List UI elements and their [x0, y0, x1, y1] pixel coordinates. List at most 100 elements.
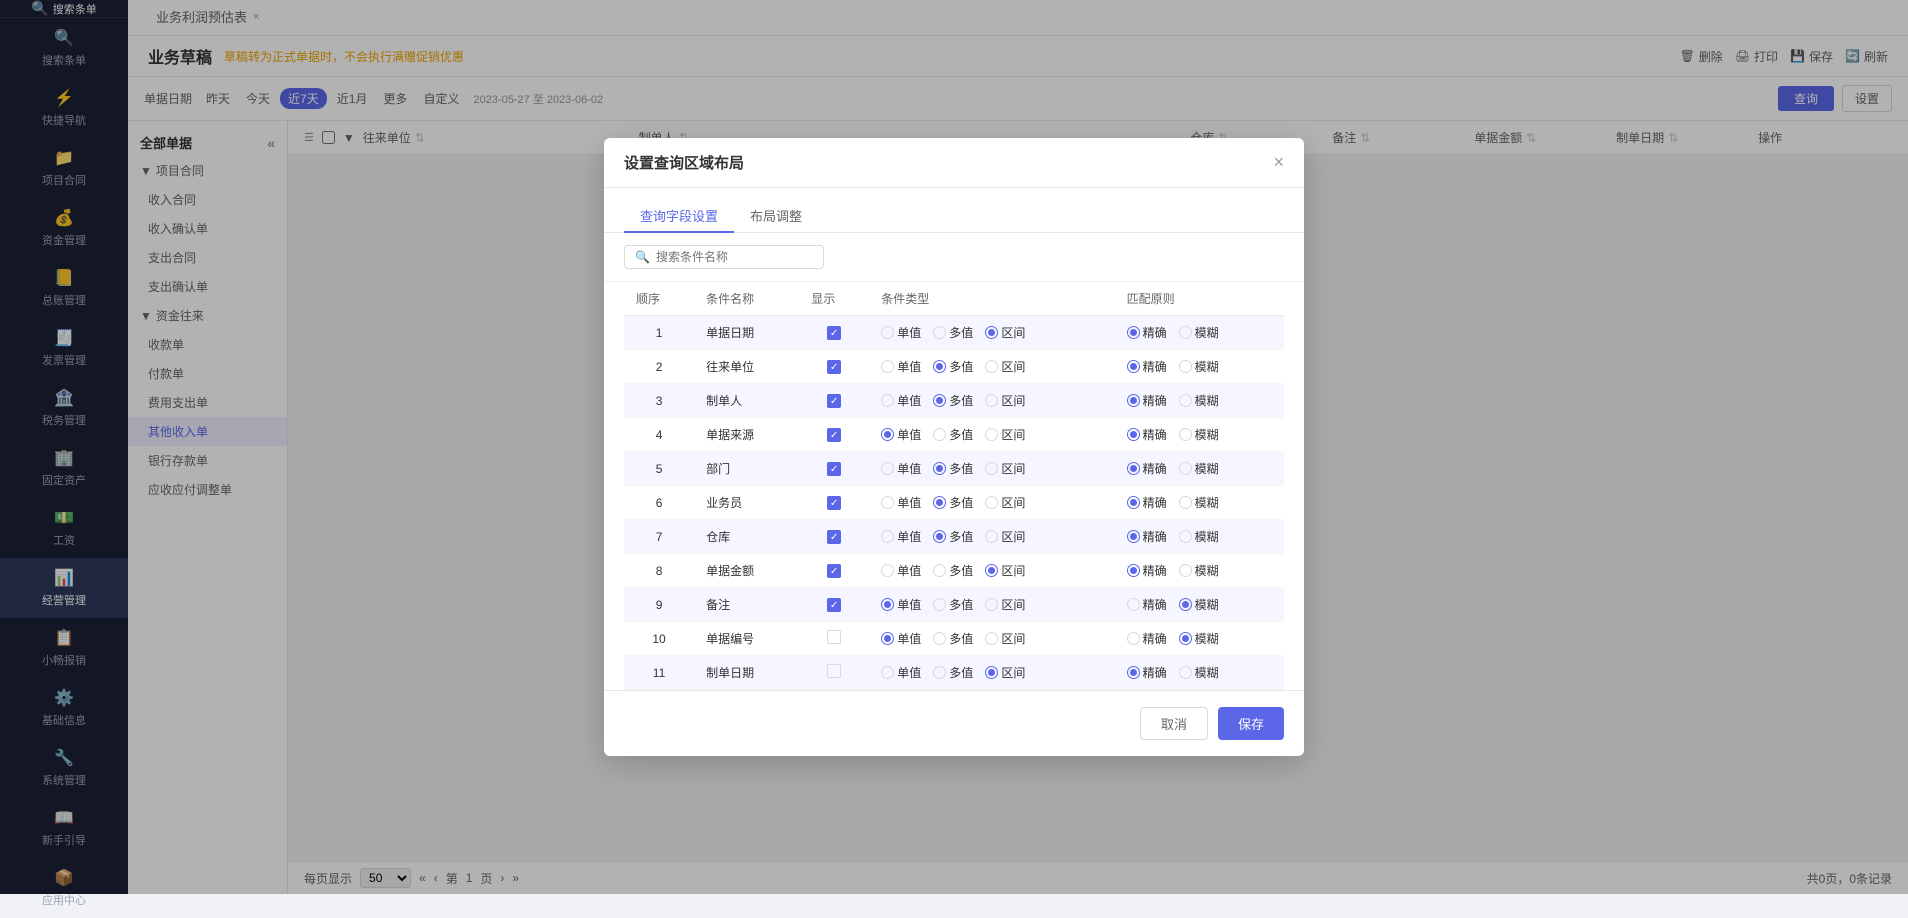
radio-match-label-模糊-7: 模糊	[1195, 528, 1219, 545]
radio-type-多值-3[interactable]: 多值	[933, 392, 973, 409]
radio-match-模糊-5[interactable]: 模糊	[1179, 460, 1219, 477]
radio-match-精确-5[interactable]: 精确	[1127, 460, 1167, 477]
radio-type-区间-6[interactable]: 区间	[985, 494, 1025, 511]
radio-type-单值-8[interactable]: 单值	[881, 562, 921, 579]
checkbox-1[interactable]: ✓	[827, 326, 841, 340]
radio-match-circle-精确-5	[1127, 462, 1140, 475]
radio-circle-区间-6	[985, 496, 998, 509]
radio-type-单值-11[interactable]: 单值	[881, 664, 921, 681]
radio-match-精确-1[interactable]: 精确	[1127, 324, 1167, 341]
radio-match-精确-4[interactable]: 精确	[1127, 426, 1167, 443]
checkbox-8[interactable]: ✓	[827, 564, 841, 578]
radio-type-单值-7[interactable]: 单值	[881, 528, 921, 545]
radio-type-多值-1[interactable]: 多值	[933, 324, 973, 341]
radio-match-模糊-1[interactable]: 模糊	[1179, 324, 1219, 341]
row-7-show[interactable]: ✓	[799, 520, 869, 554]
row-9-order: 9	[624, 588, 694, 622]
radio-type-区间-7[interactable]: 区间	[985, 528, 1025, 545]
radio-match-模糊-6[interactable]: 模糊	[1179, 494, 1219, 511]
radio-type-区间-8[interactable]: 区间	[985, 562, 1025, 579]
radio-type-多值-10[interactable]: 多值	[933, 630, 973, 647]
radio-type-区间-10[interactable]: 区间	[985, 630, 1025, 647]
cancel-button[interactable]: 取消	[1140, 707, 1208, 740]
radio-type-单值-2[interactable]: 单值	[881, 358, 921, 375]
row-9-show[interactable]: ✓	[799, 588, 869, 622]
radio-match-精确-6[interactable]: 精确	[1127, 494, 1167, 511]
radio-match-精确-10[interactable]: 精确	[1127, 630, 1167, 647]
radio-type-单值-4[interactable]: 单值	[881, 426, 921, 443]
checkbox-7[interactable]: ✓	[827, 530, 841, 544]
radio-type-单值-3[interactable]: 单值	[881, 392, 921, 409]
checkbox-4[interactable]: ✓	[827, 428, 841, 442]
radio-match-精确-2[interactable]: 精确	[1127, 358, 1167, 375]
checkbox-11[interactable]	[827, 664, 841, 678]
radio-match-模糊-11[interactable]: 模糊	[1179, 664, 1219, 681]
table-row: 9备注✓单值多值区间精确模糊	[624, 588, 1284, 622]
radio-type-单值-9[interactable]: 单值	[881, 596, 921, 613]
radio-type-多值-9[interactable]: 多值	[933, 596, 973, 613]
tab-field-settings[interactable]: 查询字段设置	[624, 200, 734, 233]
radio-match-模糊-8[interactable]: 模糊	[1179, 562, 1219, 579]
radio-match-精确-9[interactable]: 精确	[1127, 596, 1167, 613]
row-11-name: 制单日期	[694, 656, 799, 690]
radio-type-多值-7[interactable]: 多值	[933, 528, 973, 545]
radio-label-区间-6: 区间	[1001, 494, 1025, 511]
condition-search-input[interactable]	[656, 250, 813, 264]
radio-type-区间-3[interactable]: 区间	[985, 392, 1025, 409]
radio-type-区间-4[interactable]: 区间	[985, 426, 1025, 443]
row-6-show[interactable]: ✓	[799, 486, 869, 520]
radio-type-单值-1[interactable]: 单值	[881, 324, 921, 341]
radio-type-区间-9[interactable]: 区间	[985, 596, 1025, 613]
radio-match-circle-精确-2	[1127, 360, 1140, 373]
row-4-show[interactable]: ✓	[799, 418, 869, 452]
radio-match-label-模糊-2: 模糊	[1195, 358, 1219, 375]
row-1-show[interactable]: ✓	[799, 316, 869, 350]
radio-type-单值-10[interactable]: 单值	[881, 630, 921, 647]
save-button[interactable]: 保存	[1218, 707, 1284, 740]
row-5-show[interactable]: ✓	[799, 452, 869, 486]
radio-label-单值-10: 单值	[897, 630, 921, 647]
row-3-show[interactable]: ✓	[799, 384, 869, 418]
row-11-show[interactable]	[799, 656, 869, 690]
th-match: 匹配原则	[1115, 282, 1284, 316]
checkbox-5[interactable]: ✓	[827, 462, 841, 476]
dialog-close-btn[interactable]: ×	[1273, 152, 1284, 173]
radio-match-模糊-7[interactable]: 模糊	[1179, 528, 1219, 545]
radio-type-多值-11[interactable]: 多值	[933, 664, 973, 681]
tab-layout-adjust[interactable]: 布局调整	[734, 200, 818, 233]
checkbox-6[interactable]: ✓	[827, 496, 841, 510]
checkbox-2[interactable]: ✓	[827, 360, 841, 374]
checkbox-9[interactable]: ✓	[827, 598, 841, 612]
radio-circle-多值-6	[933, 496, 946, 509]
radio-match-模糊-4[interactable]: 模糊	[1179, 426, 1219, 443]
radio-type-多值-6[interactable]: 多值	[933, 494, 973, 511]
radio-type-单值-5[interactable]: 单值	[881, 460, 921, 477]
radio-match-精确-3[interactable]: 精确	[1127, 392, 1167, 409]
radio-circle-区间-8	[985, 564, 998, 577]
radio-type-区间-2[interactable]: 区间	[985, 358, 1025, 375]
radio-match-模糊-2[interactable]: 模糊	[1179, 358, 1219, 375]
radio-match-精确-11[interactable]: 精确	[1127, 664, 1167, 681]
radio-type-多值-8[interactable]: 多值	[933, 562, 973, 579]
radio-match-模糊-9[interactable]: 模糊	[1179, 596, 1219, 613]
radio-label-多值-9: 多值	[949, 596, 973, 613]
radio-match-精确-7[interactable]: 精确	[1127, 528, 1167, 545]
radio-type-多值-5[interactable]: 多值	[933, 460, 973, 477]
radio-type-区间-5[interactable]: 区间	[985, 460, 1025, 477]
radio-type-单值-6[interactable]: 单值	[881, 494, 921, 511]
radio-type-区间-11[interactable]: 区间	[985, 664, 1025, 681]
radio-circle-单值-11	[881, 666, 894, 679]
radio-match-模糊-10[interactable]: 模糊	[1179, 630, 1219, 647]
radio-type-区间-1[interactable]: 区间	[985, 324, 1025, 341]
checkbox-10[interactable]	[827, 630, 841, 644]
row-10-show[interactable]	[799, 622, 869, 656]
checkbox-3[interactable]: ✓	[827, 394, 841, 408]
row-2-show[interactable]: ✓	[799, 350, 869, 384]
row-3-match: 精确模糊	[1115, 384, 1284, 418]
row-8-show[interactable]: ✓	[799, 554, 869, 588]
radio-type-多值-2[interactable]: 多值	[933, 358, 973, 375]
radio-label-多值-10: 多值	[949, 630, 973, 647]
radio-match-精确-8[interactable]: 精确	[1127, 562, 1167, 579]
radio-match-模糊-3[interactable]: 模糊	[1179, 392, 1219, 409]
radio-type-多值-4[interactable]: 多值	[933, 426, 973, 443]
